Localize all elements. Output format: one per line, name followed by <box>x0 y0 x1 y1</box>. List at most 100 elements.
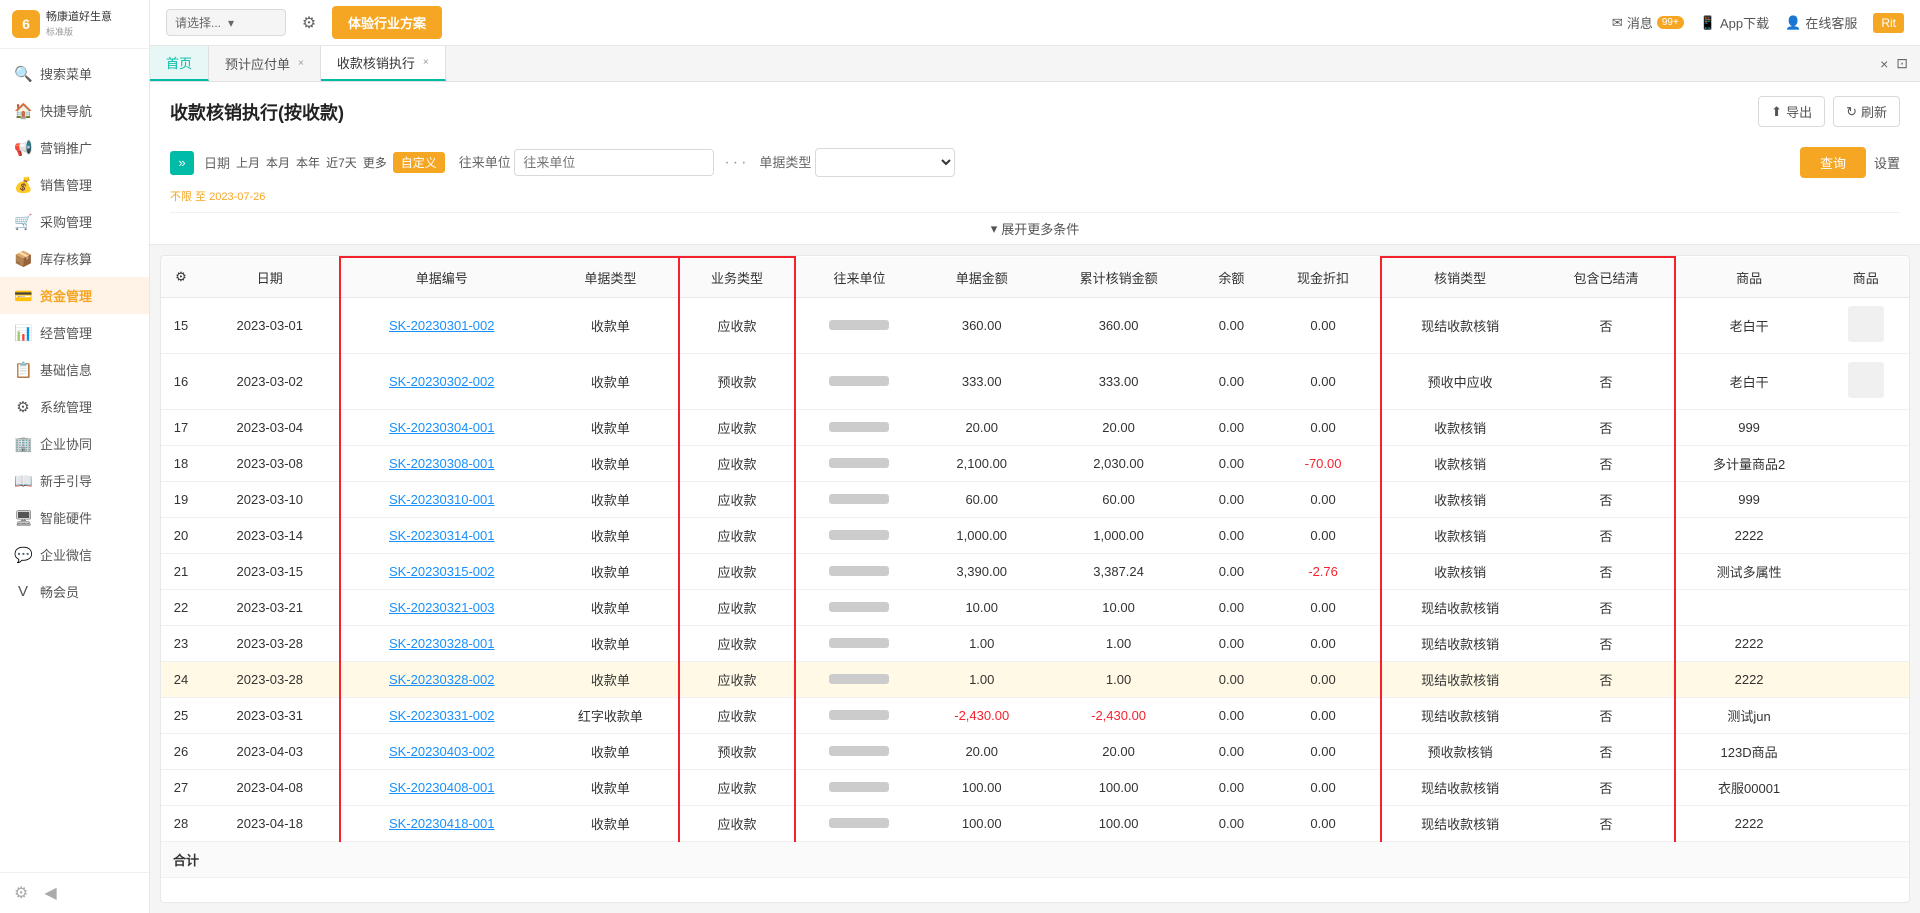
bill-no-link[interactable]: SK-20230328-001 <box>389 636 495 651</box>
bill-no-link[interactable]: SK-20230315-002 <box>389 564 495 579</box>
cell-date: 2023-03-10 <box>201 482 340 518</box>
bill-no-link[interactable]: SK-20230304-001 <box>389 420 495 435</box>
window-close-btn[interactable]: × <box>1880 56 1888 72</box>
cell-amount: 20.00 <box>923 410 1041 446</box>
tab-collection[interactable]: 收款核销执行 × <box>321 46 446 81</box>
export-btn[interactable]: ⬆ 导出 <box>1758 96 1825 127</box>
filter-settings-link[interactable]: 设置 <box>1874 153 1900 172</box>
cell-discount: 0.00 <box>1266 518 1381 554</box>
cell-bill-no: SK-20230403-002 <box>340 734 543 770</box>
bill-type-select[interactable] <box>815 148 955 177</box>
date-this-year[interactable]: 本年 <box>296 154 320 171</box>
cell-product-img <box>1823 734 1909 770</box>
th-settings[interactable]: ⚙ <box>161 257 201 298</box>
app-download-btn[interactable]: 📱 App下载 <box>1700 13 1769 32</box>
date-last-month[interactable]: 上月 <box>236 154 260 171</box>
cell-amount: 20.00 <box>923 734 1041 770</box>
service-btn[interactable]: 👤 在线客服 <box>1785 13 1857 32</box>
sidebar-item-marketing[interactable]: 📢营销推广 <box>0 129 149 166</box>
cell-date: 2023-03-21 <box>201 590 340 626</box>
cell-discount: 0.00 <box>1266 354 1381 410</box>
sidebar-item-sales[interactable]: 💰销售管理 <box>0 166 149 203</box>
cell-verify-type: 现结收款核销 <box>1381 590 1539 626</box>
sidebar-item-corp[interactable]: 🏢企业协同 <box>0 425 149 462</box>
table-total-row: 合计 <box>161 842 1909 878</box>
table-row: 16 2023-03-02 SK-20230302-002 收款单 预收款 33… <box>161 354 1909 410</box>
bill-no-link[interactable]: SK-20230310-001 <box>389 492 495 507</box>
expand-more-btn[interactable]: ▾ 展开更多条件 <box>991 219 1080 238</box>
tab-pending[interactable]: 预计应付单 × <box>209 46 321 81</box>
bill-no-link[interactable]: SK-20230331-002 <box>389 708 495 723</box>
bill-no-link[interactable]: SK-20230314-001 <box>389 528 495 543</box>
nav-icon-guide: 📖 <box>14 472 32 490</box>
cell-bill-type: 收款单 <box>543 298 679 354</box>
tab-collection-close[interactable]: × <box>423 57 429 68</box>
sidebar-nav: 🔍搜索菜单🏠快捷导航📢营销推广💰销售管理🛒采购管理📦库存核算💳资金管理📊经营管理… <box>0 49 149 872</box>
tab-pending-close[interactable]: × <box>298 58 304 69</box>
user-avatar[interactable]: Rit <box>1873 13 1904 33</box>
sidebar-settings-icon[interactable]: ⚙ <box>14 883 28 903</box>
bill-no-link[interactable]: SK-20230321-003 <box>389 600 495 615</box>
product-thumbnail <box>1848 362 1884 398</box>
date-more[interactable]: 更多 <box>363 154 387 171</box>
custom-date-btn[interactable]: 自定义 <box>393 152 445 173</box>
sidebar-item-guide[interactable]: 📖新手引导 <box>0 462 149 499</box>
topbar-right: ✉ 消息 99+ 📱 App下载 👤 在线客服 Rit <box>1612 13 1904 33</box>
th-verify-type: 核销类型 <box>1381 257 1539 298</box>
filter-toggle-btn[interactable]: » <box>170 151 194 175</box>
ellipsis-btn[interactable]: ··· <box>724 154 749 172</box>
nav-label-wechat: 企业微信 <box>40 545 92 564</box>
date-7days[interactable]: 近7天 <box>326 154 357 171</box>
cell-accum: 60.00 <box>1041 482 1197 518</box>
app-label: App下载 <box>1720 13 1769 32</box>
topbar-settings-btn[interactable]: ⚙ <box>294 8 324 38</box>
query-btn[interactable]: 查询 <box>1800 147 1866 178</box>
sidebar-item-search[interactable]: 🔍搜索菜单 <box>0 55 149 92</box>
right-filter-actions: 查询 设置 <box>1800 147 1900 178</box>
sidebar-item-member[interactable]: V畅会员 <box>0 573 149 610</box>
bill-no-link[interactable]: SK-20230328-002 <box>389 672 495 687</box>
sidebar-item-finance[interactable]: 💳资金管理 <box>0 277 149 314</box>
bill-no-link[interactable]: SK-20230418-001 <box>389 816 495 831</box>
cell-product: 测试jun <box>1675 698 1823 734</box>
solution-btn[interactable]: 体验行业方案 <box>332 6 442 39</box>
sidebar-item-purchase[interactable]: 🛒采购管理 <box>0 203 149 240</box>
bill-no-link[interactable]: SK-20230308-001 <box>389 456 495 471</box>
date-this-month[interactable]: 本月 <box>266 154 290 171</box>
cell-date: 2023-03-02 <box>201 354 340 410</box>
cell-verify-type: 现结收款核销 <box>1381 806 1539 842</box>
cell-accum: 100.00 <box>1041 770 1197 806</box>
sidebar-item-basic[interactable]: 📋基础信息 <box>0 351 149 388</box>
sidebar-item-wechat[interactable]: 💬企业微信 <box>0 536 149 573</box>
bill-no-link[interactable]: SK-20230302-002 <box>389 374 495 389</box>
cell-partner <box>795 518 923 554</box>
sidebar-item-operation[interactable]: 📊经营管理 <box>0 314 149 351</box>
cell-date: 2023-03-28 <box>201 626 340 662</box>
bill-no-link[interactable]: SK-20230301-002 <box>389 318 495 333</box>
module-selector[interactable]: 请选择... ▾ <box>166 9 286 36</box>
cell-bill-no: SK-20230310-001 <box>340 482 543 518</box>
sidebar-item-inventory[interactable]: 📦库存核算 <box>0 240 149 277</box>
cell-amount: 3,390.00 <box>923 554 1041 590</box>
cell-bill-type: 收款单 <box>543 446 679 482</box>
sidebar-item-quick[interactable]: 🏠快捷导航 <box>0 92 149 129</box>
tab-home[interactable]: 首页 <box>150 46 209 81</box>
window-expand-btn[interactable]: ⊡ <box>1896 55 1908 72</box>
th-bill-no: 单据编号 <box>340 257 543 298</box>
sidebar-item-hardware[interactable]: 🖥智能硬件 <box>0 499 149 536</box>
sidebar-collapse-icon[interactable]: ◀ <box>44 883 56 903</box>
th-amount: 单据金额 <box>923 257 1041 298</box>
bill-no-link[interactable]: SK-20230408-001 <box>389 780 495 795</box>
cell-biz-type: 应收款 <box>679 590 795 626</box>
cell-balance: 0.00 <box>1197 298 1267 354</box>
table-row: 15 2023-03-01 SK-20230301-002 收款单 应收款 36… <box>161 298 1909 354</box>
nav-icon-hardware: 🖥 <box>14 509 32 527</box>
message-btn[interactable]: ✉ 消息 99+ <box>1612 13 1684 32</box>
bill-no-link[interactable]: SK-20230403-002 <box>389 744 495 759</box>
cell-included: 否 <box>1538 590 1674 626</box>
sidebar-item-system[interactable]: ⚙系统管理 <box>0 388 149 425</box>
cell-product-img <box>1823 354 1909 410</box>
th-included: 包含已结清 <box>1538 257 1674 298</box>
refresh-btn[interactable]: ↻ 刷新 <box>1833 96 1900 127</box>
partner-input[interactable] <box>514 149 714 176</box>
